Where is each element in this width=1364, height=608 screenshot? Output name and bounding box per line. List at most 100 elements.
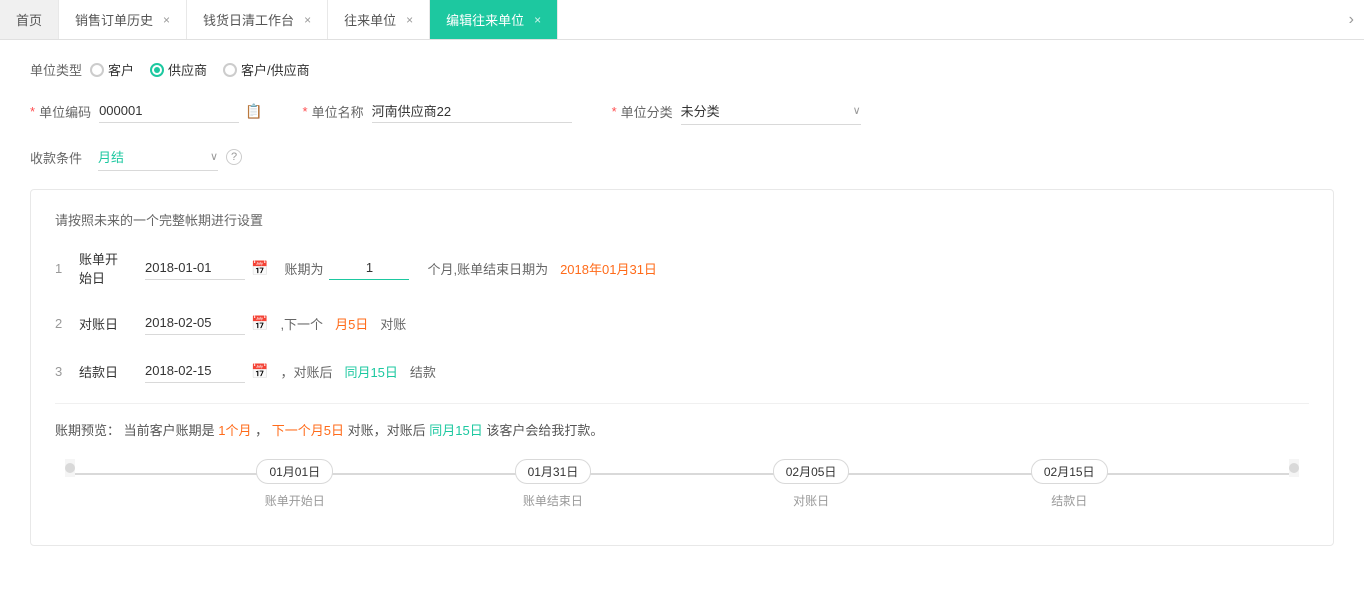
preview-settle-date: 同月15日 [429,423,482,438]
period-row-2: 2 对账日 📅 ,下一个 月5日 对账 [55,311,1309,335]
period-box-title: 请按照未来的一个完整帐期进行设置 [55,210,1309,229]
timeline-node-2: 01月31日 账单结束日 [515,459,592,509]
preview-text-prefix: 当前客户账期是 [124,423,215,438]
radio-both[interactable]: 客户/供应商 [223,60,310,79]
tab-home-label: 首页 [16,10,42,29]
period-settle-date-input[interactable] [145,359,245,383]
payment-term-dropdown[interactable]: 月结 ∨ [98,143,218,171]
timeline-node-3: 02月05日 对账日 [773,459,850,509]
radio-customer[interactable]: 客户 [90,60,134,79]
period-type-label-1: 账单开始日 [79,249,129,287]
period-reconcile-date-input[interactable] [145,311,245,335]
unit-fields-row: * 单位编码 📋 * 单位名称 * 单位分类 未分类 ∨ [30,97,1334,125]
unit-category-dropdown[interactable]: 未分类 ∨ [681,97,861,125]
period-reconcile-day-highlight: 月5日 [335,314,368,333]
unit-category-arrow: ∨ [853,104,861,117]
radio-customer-label: 客户 [108,60,134,79]
unit-name-group: * 单位名称 [303,99,572,123]
tab-partner-close[interactable]: × [406,13,413,27]
timeline-left-dot [65,463,75,473]
period-settle-day-highlight: 同月15日 [344,362,397,381]
period-start-calendar-icon[interactable]: 📅 [251,260,268,277]
radio-supplier-label: 供应商 [168,60,207,79]
period-num-3: 3 [55,364,79,379]
period-reconcile-calendar-icon[interactable]: 📅 [251,315,268,332]
period-desc-suffix-3: 结款 [410,362,436,381]
period-months-input[interactable] [329,256,409,280]
payment-term-label: 收款条件 [30,148,82,167]
tab-edit-partner[interactable]: 编辑往来单位 × [430,0,558,39]
period-type-label-3: 结款日 [79,362,129,381]
tab-edit-partner-close[interactable]: × [534,13,541,27]
unit-name-label: 单位名称 [312,102,364,121]
unit-code-label: 单位编码 [39,102,91,121]
period-num-2: 2 [55,316,79,331]
tab-cash-work-close[interactable]: × [304,13,311,27]
timeline-right-dot [1289,463,1299,473]
tab-cash-work[interactable]: 钱货日清工作台 × [187,0,328,39]
help-icon[interactable]: ? [226,149,242,165]
preview-text: 账期预览： 当前客户账期是 1个月 ， 下一个月5日 对账，对账后 同月15日 … [55,420,1309,439]
unit-category-required: * [612,104,617,119]
tab-sales-history-label: 销售订单历史 [75,10,153,29]
unit-category-group: * 单位分类 未分类 ∨ [612,97,861,125]
timeline-right-endpoint [1289,459,1299,477]
preview-next-date: 下一个月5日 [272,423,344,438]
radio-supplier[interactable]: 供应商 [150,60,207,79]
tab-partner[interactable]: 往来单位 × [328,0,430,39]
chevron-right-icon: › [1349,11,1354,29]
unit-category-value: 未分类 [681,101,847,120]
payment-term-arrow: ∨ [210,150,218,163]
period-desc-suffix-2: 对账 [380,314,406,333]
unit-name-required: * [303,104,308,119]
preview-section: 账期预览： 当前客户账期是 1个月 ， 下一个月5日 对账，对账后 同月15日 … [55,403,1309,525]
timeline-label-4: 结款日 [1051,492,1087,509]
tab-more-button[interactable]: › [1339,0,1364,39]
timeline-badge-4: 02月15日 [1031,459,1108,484]
tab-sales-history-close[interactable]: × [163,13,170,27]
tab-home[interactable]: 首页 [0,0,59,39]
timeline-badge-3: 02月05日 [773,459,850,484]
period-desc-suffix-1: 个月,账单结束日期为 [427,259,548,278]
timeline-node-4: 02月15日 结款日 [1031,459,1108,509]
period-row-1: 1 账单开始日 📅 账期为 个月,账单结束日期为 2018年01月31日 [55,249,1309,287]
period-end-date-highlight: 2018年01月31日 [560,259,657,278]
tab-partner-label: 往来单位 [344,10,396,29]
preview-text-mid1: ， [255,423,268,438]
radio-customer-circle [90,63,104,77]
preview-text-suffix: 该客户会给我打款。 [486,423,603,438]
timeline-left-endpoint [65,459,75,477]
period-row-3: 3 结款日 📅 ，对账后 同月15日 结款 [55,359,1309,383]
unit-type-label: 单位类型 [30,60,82,79]
timeline-label-1: 账单开始日 [265,492,325,509]
payment-term-value: 月结 [98,147,204,166]
timeline-node-1: 01月01日 账单开始日 [256,459,333,509]
unit-type-row: 单位类型 客户 供应商 客户/供应商 [30,60,1334,79]
period-settings-box: 请按照未来的一个完整帐期进行设置 1 账单开始日 📅 账期为 个月,账单结束日期… [30,189,1334,546]
period-start-date-input[interactable] [145,256,245,280]
payment-term-row: 收款条件 月结 ∨ ? [30,143,1334,171]
main-content: 单位类型 客户 供应商 客户/供应商 * 单位编码 📋 * 单位名称 [0,40,1364,608]
tab-cash-work-label: 钱货日清工作台 [203,10,294,29]
unit-code-required: * [30,104,35,119]
unit-code-input[interactable] [99,99,239,123]
radio-supplier-circle [150,63,164,77]
timeline-badge-1: 01月01日 [256,459,333,484]
period-settle-calendar-icon[interactable]: 📅 [251,363,268,380]
period-num-1: 1 [55,261,79,276]
unit-type-radio-group: 客户 供应商 客户/供应商 [90,60,310,79]
period-type-label-2: 对账日 [79,314,129,333]
unit-code-calendar-icon[interactable]: 📋 [245,103,262,120]
tab-edit-partner-label: 编辑往来单位 [446,10,524,29]
timeline-badge-2: 01月31日 [515,459,592,484]
preview-period-months: 1个月 [218,423,251,438]
unit-category-label: 单位分类 [621,102,673,121]
timeline-container: 01月01日 账单开始日 01月31日 账单结束日 02月05日 对账日 [55,459,1309,509]
unit-name-input[interactable] [372,99,572,123]
timeline-items: 01月01日 账单开始日 01月31日 账单结束日 02月05日 对账日 [65,459,1299,509]
timeline-label-2: 账单结束日 [523,492,583,509]
radio-both-label: 客户/供应商 [241,60,310,79]
tab-sales-history[interactable]: 销售订单历史 × [59,0,187,39]
tab-bar: 首页 销售订单历史 × 钱货日清工作台 × 往来单位 × 编辑往来单位 × › [0,0,1364,40]
preview-label: 账期预览： [55,423,120,438]
